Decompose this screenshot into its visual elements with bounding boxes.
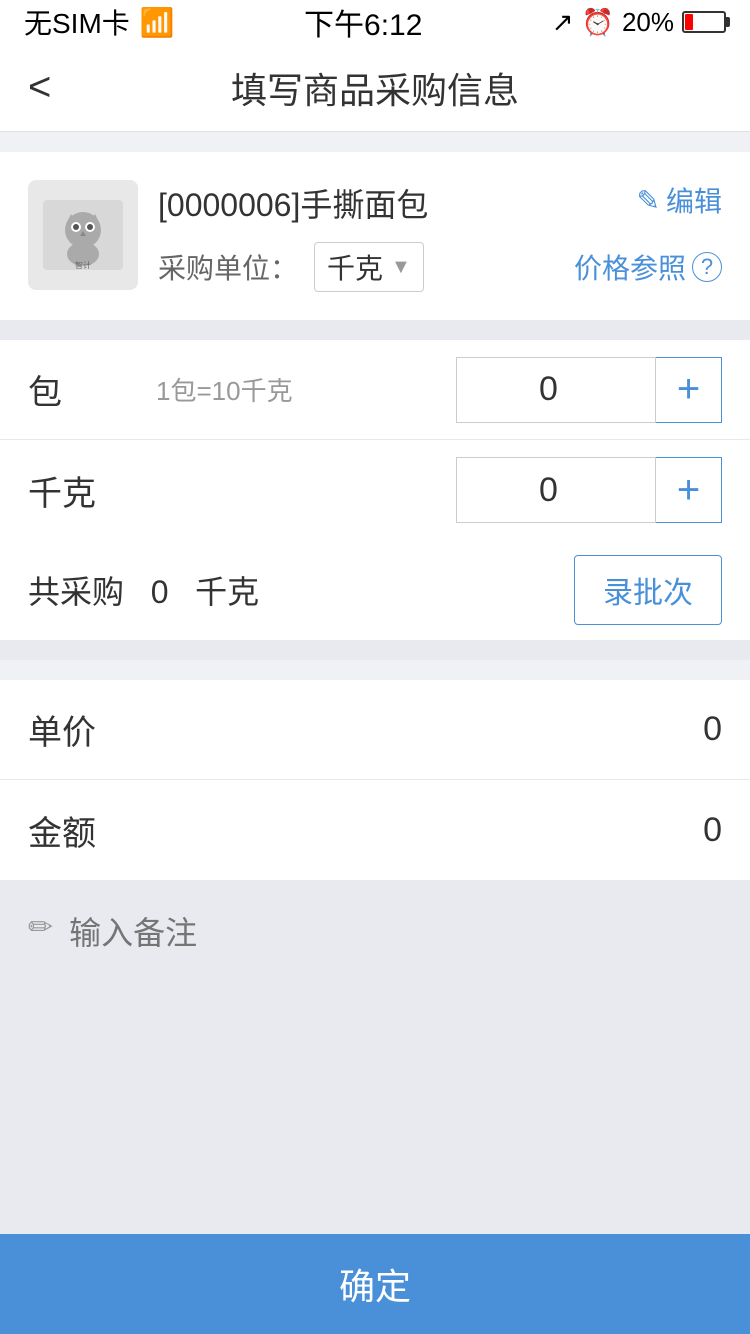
kg-qty-wrap: + — [456, 457, 722, 523]
product-unit-row: 采购单位： 千克 ▼ 价格参照 ? — [158, 242, 722, 292]
bag-input-row: 包 1包=10千克 + — [0, 340, 750, 440]
svg-text:智计: 智计 — [75, 260, 91, 270]
total-unit: 千克 — [195, 574, 259, 610]
confirm-button[interactable]: 确定 — [0, 1234, 750, 1334]
kg-input-row: 千克 + — [0, 440, 750, 540]
unit-value: 千克 — [327, 247, 383, 287]
edit-button[interactable]: ✎ 编辑 — [637, 180, 722, 220]
notes-input[interactable] — [69, 908, 722, 982]
bag-label: 包 — [28, 365, 148, 414]
edit-label: 编辑 — [666, 180, 722, 220]
chevron-down-icon: ▼ — [391, 256, 411, 279]
product-image: 智计 — [28, 180, 138, 290]
edit-icon: ✎ — [637, 184, 660, 217]
kg-plus-button[interactable]: + — [656, 457, 722, 523]
kg-qty-input[interactable] — [456, 457, 656, 523]
nav-bar: < 填写商品采购信息 — [0, 44, 750, 132]
amount-value: 0 — [703, 811, 722, 850]
section-divider-1 — [0, 320, 750, 340]
location-icon: ↗ — [552, 7, 574, 38]
status-bar: 无SIM卡 📶 下午6:12 ↗ ⏰ 20% — [0, 0, 750, 44]
price-ref-label: 价格参照 — [574, 247, 686, 287]
bag-qty-input[interactable] — [456, 357, 656, 423]
battery-text: 20% — [622, 7, 674, 38]
bag-sublabel: 1包=10千克 — [156, 371, 293, 408]
status-left: 无SIM卡 📶 — [24, 2, 175, 42]
bag-plus-button[interactable]: + — [656, 357, 722, 423]
record-batch-button[interactable]: 录批次 — [574, 555, 722, 625]
section-divider-2 — [0, 640, 750, 660]
product-thumbnail-icon: 智计 — [43, 200, 123, 270]
kg-label: 千克 — [28, 466, 148, 515]
product-card: 智计 [0000006]手撕面包 采购单位： 千克 ▼ 价格参照 ? ✎ 编辑 — [0, 152, 750, 320]
unit-price-row: 单价 0 — [0, 680, 750, 780]
input-section: 包 1包=10千克 + 千克 + — [0, 340, 750, 540]
back-button[interactable]: < — [28, 65, 51, 110]
page-title: 填写商品采购信息 — [231, 62, 519, 114]
bag-qty-wrap: + — [456, 357, 722, 423]
price-section: 单价 0 金额 0 — [0, 680, 750, 880]
battery-icon — [682, 11, 726, 33]
total-label: 共采购 — [28, 574, 124, 610]
total-row: 共采购 0 千克 录批次 — [0, 540, 750, 640]
unit-label: 采购单位： — [158, 247, 298, 287]
amount-row: 金额 0 — [0, 780, 750, 880]
status-time: 下午6:12 — [304, 0, 422, 44]
carrier-text: 无SIM卡 — [24, 2, 130, 42]
total-text: 共采购 0 千克 — [28, 567, 259, 613]
pencil-icon: ✏ — [28, 910, 53, 945]
amount-label: 金额 — [28, 806, 96, 855]
wifi-icon: 📶 — [140, 6, 175, 39]
status-right: ↗ ⏰ 20% — [552, 7, 726, 38]
help-icon: ? — [692, 252, 722, 282]
notes-section: ✏ — [0, 880, 750, 1010]
total-value: 0 — [151, 574, 169, 610]
price-reference-button[interactable]: 价格参照 ? — [574, 247, 722, 287]
unit-select[interactable]: 千克 ▼ — [314, 242, 424, 292]
unit-price-label: 单价 — [28, 705, 96, 754]
alarm-icon: ⏰ — [582, 7, 614, 38]
unit-price-value: 0 — [703, 710, 722, 749]
